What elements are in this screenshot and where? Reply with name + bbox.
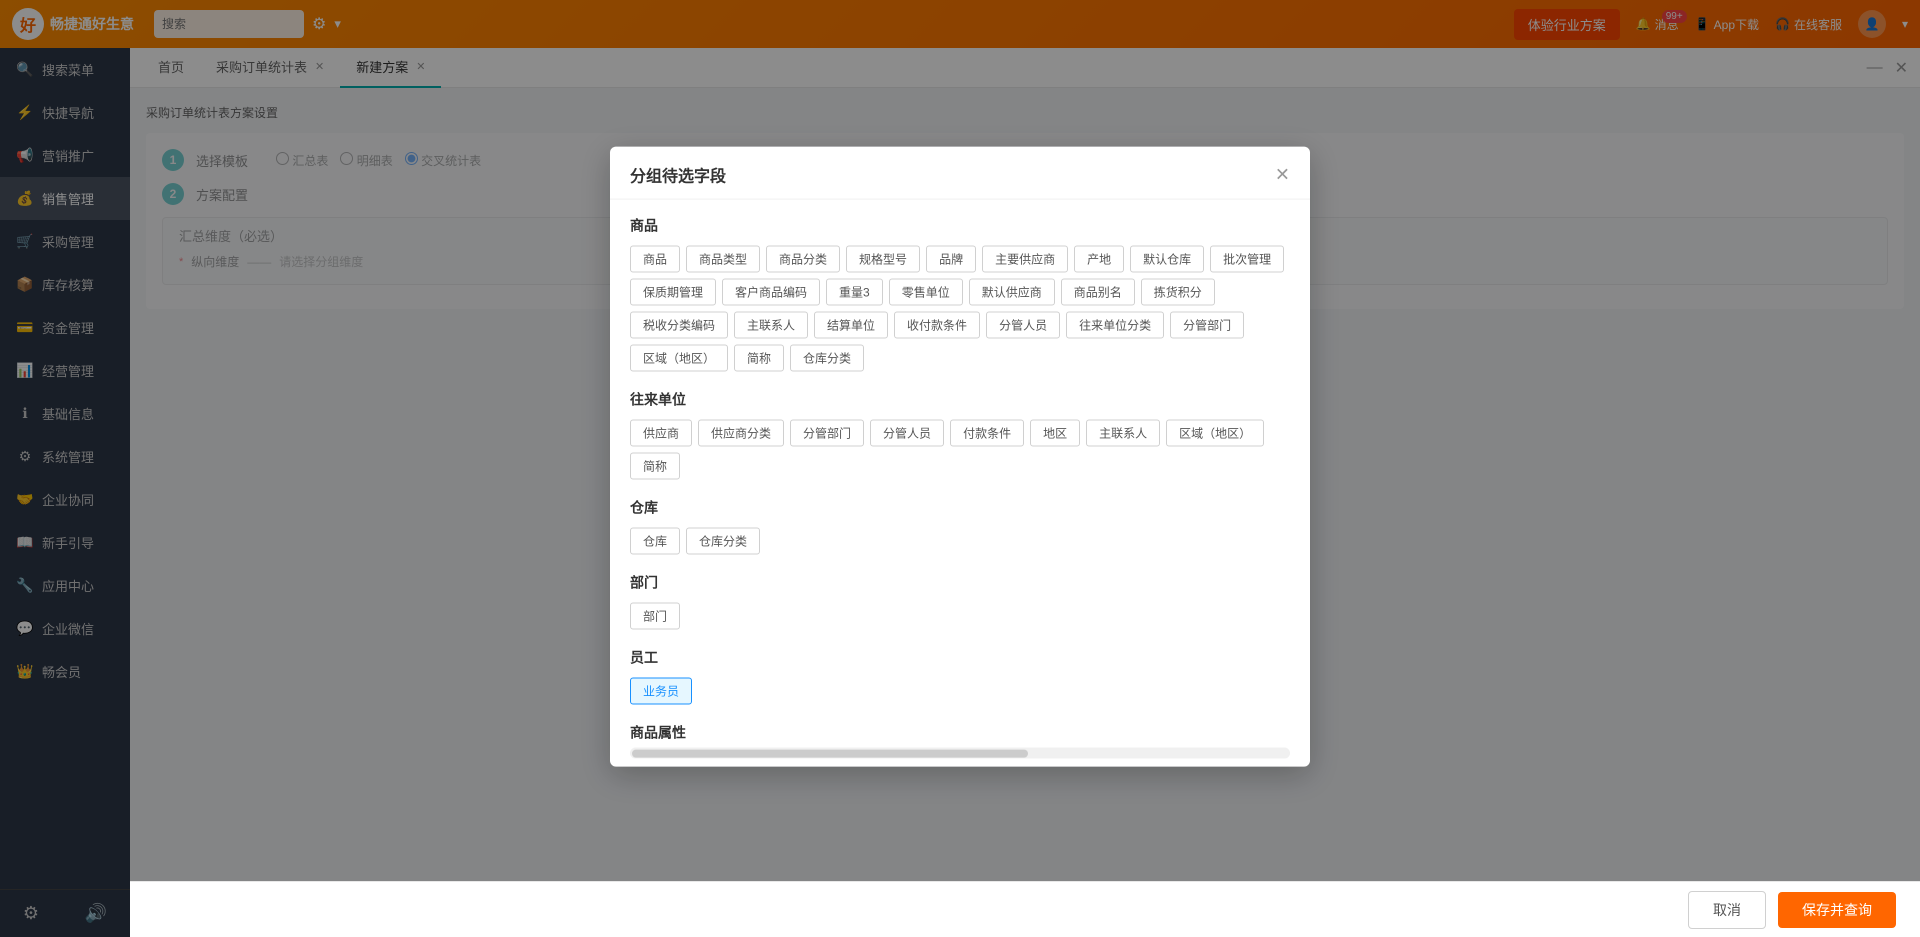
field-tag-settlement-unit[interactable]: 结算单位 — [814, 311, 888, 338]
field-tag-default-warehouse[interactable]: 默认仓库 — [1130, 245, 1204, 272]
section-employee: 员工 业务员 — [630, 647, 1290, 704]
field-tag-unit-category[interactable]: 往来单位分类 — [1066, 311, 1164, 338]
section-product-attr: 商品属性 属性 颜色 多规格 尺码 鞋码 1 — [630, 722, 1290, 748]
section-warehouse: 仓库 仓库 仓库分类 — [630, 497, 1290, 554]
field-tag-dept[interactable]: 分管部门 — [1170, 311, 1244, 338]
section-employee-title: 员工 — [630, 647, 1290, 667]
field-tag-main-contact[interactable]: 主联系人 — [734, 311, 808, 338]
dialog-body: 商品 商品 商品类型 商品分类 规格型号 品牌 主要供应商 产地 默认仓库 批次… — [610, 199, 1310, 748]
field-tag-warehouse-cat[interactable]: 仓库分类 — [686, 527, 760, 554]
dialog-horizontal-scrollbar[interactable] — [630, 748, 1290, 758]
field-tag-payment-c[interactable]: 付款条件 — [950, 419, 1024, 446]
field-tag-supervisor-c[interactable]: 分管人员 — [870, 419, 944, 446]
field-tag-supervisor[interactable]: 分管人员 — [986, 311, 1060, 338]
field-tag-abbr-c[interactable]: 简称 — [630, 452, 680, 479]
field-tag-region-c[interactable]: 地区 — [1030, 419, 1080, 446]
section-department-title: 部门 — [630, 572, 1290, 592]
field-tag-goods[interactable]: 商品 — [630, 245, 680, 272]
section-goods-tags: 商品 商品类型 商品分类 规格型号 品牌 主要供应商 产地 默认仓库 批次管理 … — [630, 245, 1290, 371]
field-tag-weight[interactable]: 重量3 — [826, 278, 883, 305]
field-tag-payment-terms[interactable]: 收付款条件 — [894, 311, 980, 338]
field-tag-spec-model[interactable]: 规格型号 — [846, 245, 920, 272]
field-tag-dept-c[interactable]: 分管部门 — [790, 419, 864, 446]
field-tag-supplier-cat[interactable]: 供应商分类 — [698, 419, 784, 446]
field-tag-salesperson[interactable]: 业务员 — [630, 677, 692, 704]
field-tag-default-supplier[interactable]: 默认供应商 — [969, 278, 1055, 305]
field-tag-main-contact-c[interactable]: 主联系人 — [1086, 419, 1160, 446]
field-tag-warehouse-category-g[interactable]: 仓库分类 — [790, 344, 864, 371]
field-tag-brand[interactable]: 品牌 — [926, 245, 976, 272]
field-tag-region[interactable]: 区域（地区） — [630, 344, 728, 371]
field-tag-shelf-life[interactable]: 保质期管理 — [630, 278, 716, 305]
footer-bar: 取消 保存并查询 — [130, 881, 1920, 937]
field-tag-goods-alias[interactable]: 商品别名 — [1061, 278, 1135, 305]
field-tag-warehouse[interactable]: 仓库 — [630, 527, 680, 554]
section-warehouse-title: 仓库 — [630, 497, 1290, 517]
field-tag-area-c[interactable]: 区域（地区） — [1166, 419, 1264, 446]
section-counterpart-title: 往来单位 — [630, 389, 1290, 409]
section-counterpart: 往来单位 供应商 供应商分类 分管部门 分管人员 付款条件 地区 主联系人 区域… — [630, 389, 1290, 479]
section-product-attr-title: 商品属性 — [630, 722, 1290, 742]
field-tag-pick-points[interactable]: 拣货积分 — [1141, 278, 1215, 305]
section-counterpart-tags: 供应商 供应商分类 分管部门 分管人员 付款条件 地区 主联系人 区域（地区） … — [630, 419, 1290, 479]
field-tag-tax-code[interactable]: 税收分类编码 — [630, 311, 728, 338]
dialog-header: 分组待选字段 ✕ — [610, 146, 1310, 199]
field-tag-batch-mgmt[interactable]: 批次管理 — [1210, 245, 1284, 272]
field-tag-goods-category[interactable]: 商品分类 — [766, 245, 840, 272]
group-field-dialog: 分组待选字段 ✕ 商品 商品 商品类型 商品分类 规格型号 品牌 主要供应商 产… — [610, 146, 1310, 766]
section-department: 部门 部门 — [630, 572, 1290, 629]
dialog-close-button[interactable]: ✕ — [1275, 165, 1290, 183]
field-tag-supplier[interactable]: 供应商 — [630, 419, 692, 446]
save-query-button[interactable]: 保存并查询 — [1778, 892, 1896, 928]
field-tag-origin[interactable]: 产地 — [1074, 245, 1124, 272]
section-goods: 商品 商品 商品类型 商品分类 规格型号 品牌 主要供应商 产地 默认仓库 批次… — [630, 215, 1290, 371]
section-employee-tags: 业务员 — [630, 677, 1290, 704]
field-tag-abbr[interactable]: 简称 — [734, 344, 784, 371]
field-tag-goods-type[interactable]: 商品类型 — [686, 245, 760, 272]
field-tag-customer-code[interactable]: 客户商品编码 — [722, 278, 820, 305]
dialog-title: 分组待选字段 — [630, 162, 726, 186]
dialog-hscroll-thumb — [632, 750, 1028, 758]
section-warehouse-tags: 仓库 仓库分类 — [630, 527, 1290, 554]
field-tag-retail-unit[interactable]: 零售单位 — [889, 278, 963, 305]
field-tag-department[interactable]: 部门 — [630, 602, 680, 629]
field-tag-main-supplier[interactable]: 主要供应商 — [982, 245, 1068, 272]
section-department-tags: 部门 — [630, 602, 1290, 629]
section-goods-title: 商品 — [630, 215, 1290, 235]
cancel-button[interactable]: 取消 — [1688, 891, 1766, 929]
